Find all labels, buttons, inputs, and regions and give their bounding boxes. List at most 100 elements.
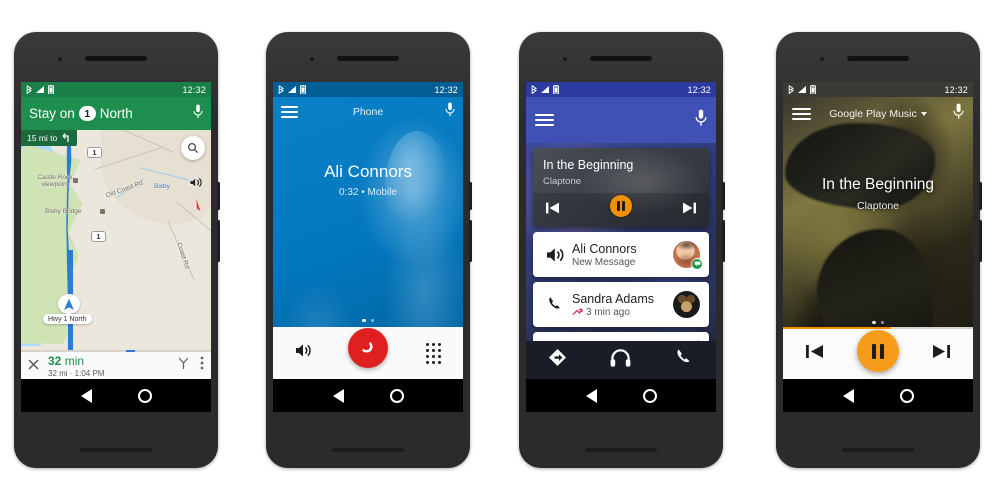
hamburger-menu-icon[interactable] <box>535 114 554 126</box>
eta-duration: 32 min <box>48 354 104 368</box>
map-label-castle-rock: Castle Rock viewpoint <box>37 174 73 189</box>
volume-button[interactable] <box>469 220 472 262</box>
map-poi-marker <box>100 209 105 214</box>
close-navigation-button[interactable] <box>28 357 39 375</box>
phone-call-screen: 12:32 Phone Ali Connors 0:32 • Mobile <box>273 82 463 412</box>
map-label-coast-rd: Coast Rd <box>175 241 191 270</box>
notification-card-call[interactable]: Sandra Adams 3 min ago <box>533 282 709 327</box>
search-icon <box>187 142 199 154</box>
eta-block: 32 min 32 mi · 1:04 PM <box>48 354 104 378</box>
notification-card-message[interactable]: Ali Connors New Message <box>533 232 709 277</box>
microphone-icon[interactable] <box>953 103 964 125</box>
android-nav-bar <box>273 379 463 412</box>
bluetooth-icon <box>531 85 537 94</box>
notification-subtitle: 3 min ago <box>586 306 630 318</box>
page-dot <box>880 320 884 324</box>
app-title-row[interactable]: Google Play Music <box>783 108 973 120</box>
notification-text: Ali Connors New Message <box>572 242 673 268</box>
phone-4-screen: 12:32 Google Play Music In the Beginning… <box>783 82 973 412</box>
back-icon[interactable] <box>332 388 344 403</box>
bottom-slot <box>332 448 404 452</box>
speaker-button[interactable] <box>295 343 312 363</box>
nav-instruction-suffix: North <box>99 106 133 121</box>
status-icons <box>278 85 306 94</box>
navigation-icon <box>548 349 566 366</box>
bottom-nav-phone[interactable] <box>675 348 694 372</box>
now-playing-title: In the Beginning <box>821 176 935 193</box>
phone-2-call: 12:32 Phone Ali Connors 0:32 • Mobile <box>266 32 472 468</box>
nav-instruction-bar: Stay on 1 North <box>21 97 211 130</box>
battery-icon <box>300 85 306 94</box>
dialpad-button[interactable] <box>426 342 441 364</box>
pause-button[interactable] <box>857 330 899 372</box>
close-icon <box>28 359 39 369</box>
status-icons <box>26 85 54 94</box>
playback-progress-bar[interactable] <box>783 327 973 329</box>
screenshot-root: 12:32 Stay on 1 North 1 1 Castle Rock vi… <box>0 0 1000 500</box>
microphone-icon[interactable] <box>695 109 707 132</box>
skip-next-icon <box>683 202 696 213</box>
skip-previous-button[interactable] <box>545 201 560 220</box>
home-icon[interactable] <box>137 388 152 403</box>
skip-next-button[interactable] <box>932 343 951 365</box>
android-auto-overview: 12:32 In the Beginning Claptone Ali Conn… <box>526 82 716 412</box>
dialpad-icon <box>426 342 441 364</box>
status-time: 12:32 <box>434 84 458 95</box>
status-bar: 12:32 <box>273 82 463 97</box>
signal-icon <box>541 85 549 93</box>
avatar <box>673 241 703 270</box>
more-options-button[interactable] <box>200 356 204 375</box>
home-icon[interactable] <box>899 388 914 403</box>
bottom-nav-navigation[interactable] <box>548 348 567 372</box>
eta-detail: 32 mi · 1:04 PM <box>48 368 105 378</box>
volume-button[interactable] <box>722 220 725 262</box>
pause-button[interactable] <box>610 195 632 217</box>
gpm-app-bar: Google Play Music <box>783 97 973 131</box>
bottom-slot <box>842 448 914 452</box>
power-button[interactable] <box>217 182 220 210</box>
status-icons <box>531 85 559 94</box>
status-bar: 12:32 <box>21 82 211 97</box>
home-icon[interactable] <box>642 388 657 403</box>
navigation-arrow-icon <box>64 298 74 310</box>
skip-previous-button[interactable] <box>805 343 824 365</box>
alternate-route-button[interactable] <box>178 357 189 375</box>
status-bar: 12:32 <box>783 82 973 97</box>
bottom-slot <box>80 448 152 452</box>
power-button[interactable] <box>469 182 472 210</box>
power-button[interactable] <box>722 182 725 210</box>
power-button[interactable] <box>979 182 982 210</box>
phone-2-screen: 12:32 Phone Ali Connors 0:32 • Mobile <box>273 82 463 412</box>
front-camera-icon <box>310 57 314 61</box>
volume-button[interactable] <box>217 220 220 262</box>
back-icon[interactable] <box>842 388 854 403</box>
current-road-chip: Hwy 1 North <box>43 314 92 324</box>
volume-on-icon <box>542 247 568 263</box>
media-card[interactable]: In the Beginning Claptone <box>533 148 709 227</box>
maps-nav-screen: 12:32 Stay on 1 North 1 1 Castle Rock vi… <box>21 82 211 412</box>
bluetooth-icon <box>278 85 284 94</box>
page-indicator[interactable] <box>273 318 463 322</box>
phone-1-screen: 12:32 Stay on 1 North 1 1 Castle Rock vi… <box>21 82 211 412</box>
compass-icon <box>192 198 201 212</box>
search-button[interactable] <box>181 136 205 160</box>
back-icon[interactable] <box>585 388 597 403</box>
phone-4-google-play-music: 12:32 Google Play Music In the Beginning… <box>776 32 982 468</box>
android-nav-bar <box>21 379 211 412</box>
volume-button[interactable] <box>979 220 982 262</box>
map-canvas[interactable]: 1 1 Castle Rock viewpoint Old Coast Rd B… <box>21 130 211 352</box>
distance-to-turn-badge: 15 mi to <box>21 130 78 146</box>
bottom-nav-media[interactable] <box>610 348 631 372</box>
end-call-button[interactable] <box>348 328 388 368</box>
compass-button[interactable] <box>190 198 203 218</box>
page-indicator[interactable] <box>783 320 973 324</box>
earpiece-speaker <box>847 56 909 61</box>
home-icon[interactable] <box>389 388 404 403</box>
skip-next-button[interactable] <box>682 201 697 220</box>
mute-toggle[interactable] <box>189 176 203 194</box>
notification-title: Sandra Adams <box>572 291 654 306</box>
notification-subtitle-row: 3 min ago <box>572 307 673 318</box>
microphone-icon[interactable] <box>193 104 203 124</box>
back-icon[interactable] <box>80 388 92 403</box>
bluetooth-icon <box>788 85 794 94</box>
